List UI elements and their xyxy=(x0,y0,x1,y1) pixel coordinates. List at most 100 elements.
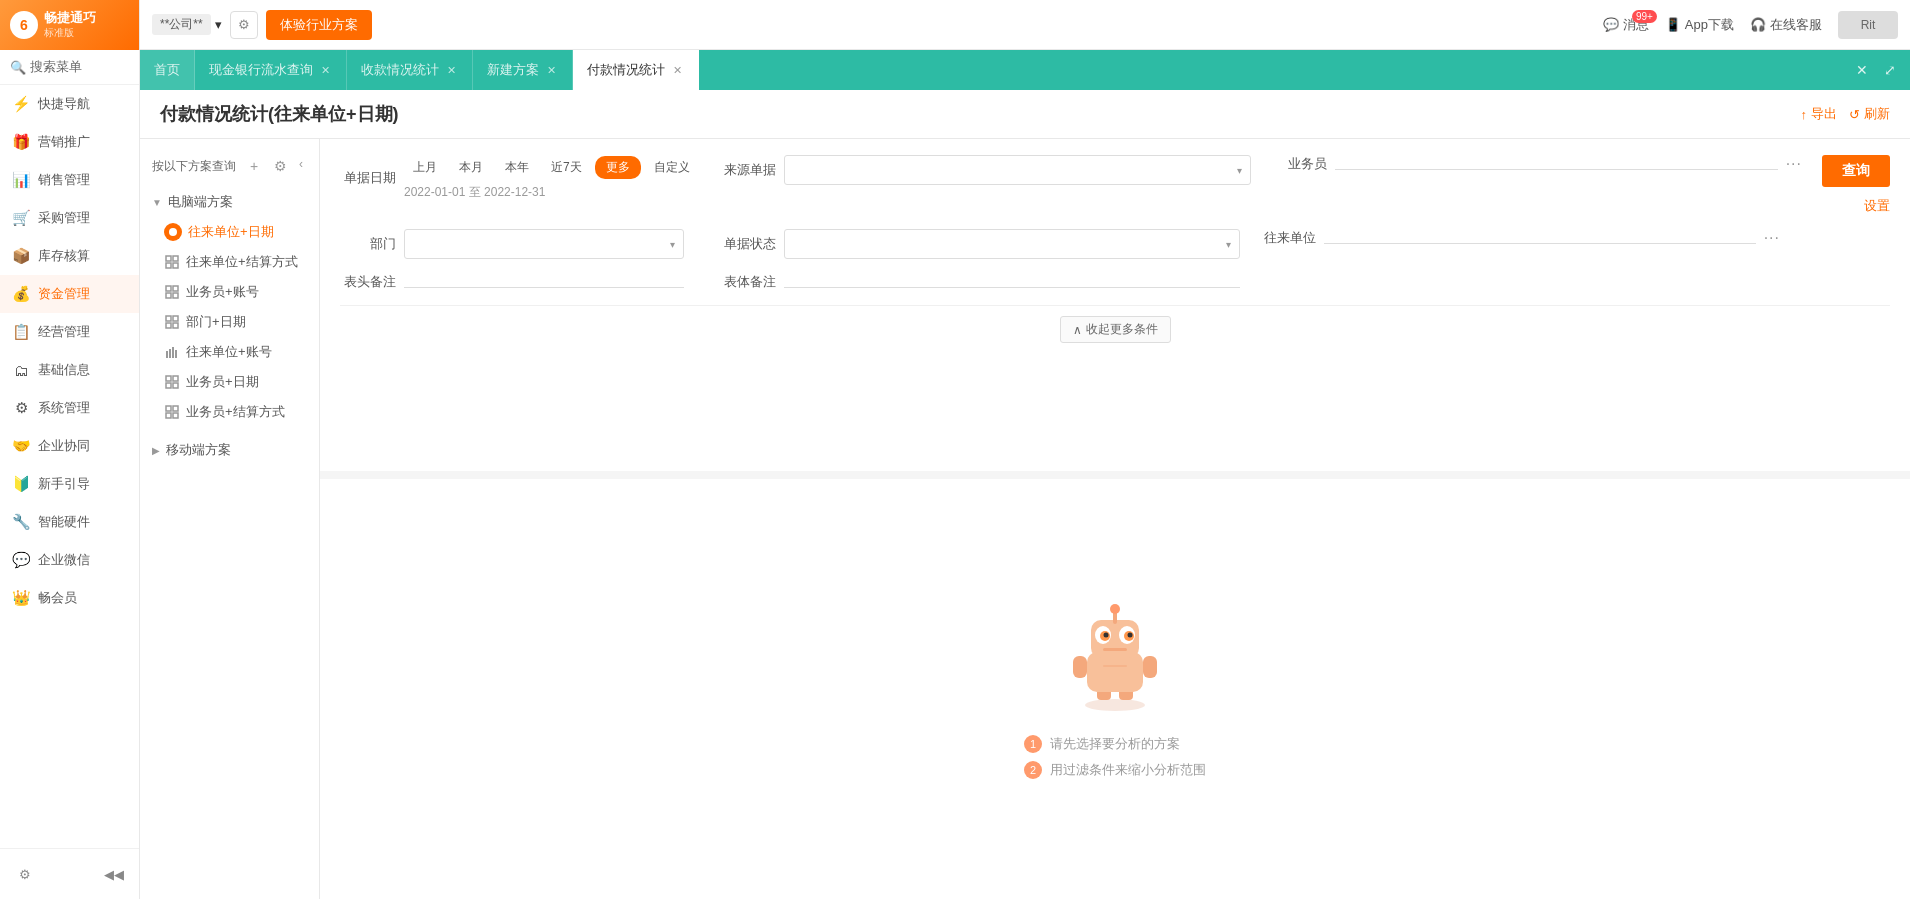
industry-btn[interactable]: 体验行业方案 xyxy=(266,10,372,40)
date-btn-last-month[interactable]: 上月 xyxy=(404,155,446,180)
staff-dots-btn[interactable]: ··· xyxy=(1786,155,1802,173)
sidebar-item-label: 销售管理 xyxy=(38,171,90,189)
search-menu[interactable]: 🔍 搜索菜单 xyxy=(0,50,139,85)
filter-row-2: 部门 ▾ 单据状态 ▾ xyxy=(340,229,1890,259)
mobile-group-arrow: ▶ xyxy=(152,445,160,456)
scheme-item-staff-account[interactable]: 业务员+账号 xyxy=(140,277,319,307)
sidebar-collapse-btn[interactable]: ◀◀ xyxy=(99,859,129,889)
hardware-icon: 🔧 xyxy=(12,513,30,531)
tab-bank-flow[interactable]: 现金银行流水查询 ✕ xyxy=(195,50,347,90)
tab-new-scheme-close[interactable]: ✕ xyxy=(545,62,558,79)
scheme-item-staff-date[interactable]: 业务员+日期 xyxy=(140,367,319,397)
user-avatar[interactable]: Rit xyxy=(1838,11,1898,39)
date-btn-last-7[interactable]: 近7天 xyxy=(542,155,591,180)
filter-row-1: 单据日期 上月 本月 本年 近7天 更多 自定义 20 xyxy=(340,155,1890,215)
tab-payment-stats[interactable]: 付款情况统计 ✕ xyxy=(573,50,699,90)
staff-date-icon xyxy=(164,374,180,390)
sidebar-item-quick-nav[interactable]: ⚡ 快捷导航 xyxy=(0,85,139,123)
svg-rect-12 xyxy=(173,323,178,328)
query-btn[interactable]: 查询 xyxy=(1822,155,1890,187)
sidebar-item-purchase[interactable]: 🛒 采购管理 xyxy=(0,199,139,237)
scheme-group-mobile-header[interactable]: ▶ 移动端方案 xyxy=(140,435,319,465)
sidebar-item-marketing[interactable]: 🎁 营销推广 xyxy=(0,123,139,161)
sidebar-item-system[interactable]: ⚙ 系统管理 xyxy=(0,389,139,427)
scheme-settings-btn[interactable]: ⚙ xyxy=(269,155,291,177)
tab-payment-stats-close[interactable]: ✕ xyxy=(671,62,684,79)
date-btn-more[interactable]: 更多 xyxy=(595,156,641,179)
sidebar-item-wechat[interactable]: 💬 企业微信 xyxy=(0,541,139,579)
marketing-icon: 🎁 xyxy=(12,133,30,151)
sales-icon: 📊 xyxy=(12,171,30,189)
sidebar-item-member[interactable]: 👑 畅会员 xyxy=(0,579,139,617)
svg-rect-7 xyxy=(166,293,171,298)
filter-item-body-note: 表体备注 xyxy=(720,273,1240,291)
content-wrapper: 按以下方案查询 + ⚙ ‹ ▼ 电脑端方案 xyxy=(140,139,1910,899)
company-selector[interactable]: **公司** ▾ xyxy=(152,14,222,35)
online-service-btn[interactable]: 🎧 在线客服 xyxy=(1750,16,1822,34)
export-label: 导出 xyxy=(1811,105,1837,123)
collapse-bar: ∧ 收起更多条件 xyxy=(340,305,1890,353)
scheme-add-btn[interactable]: + xyxy=(243,155,265,177)
logo-sub: 标准版 xyxy=(44,26,96,40)
svg-rect-18 xyxy=(173,376,178,381)
dept-select[interactable]: ▾ xyxy=(404,229,684,259)
date-btn-this-year[interactable]: 本年 xyxy=(496,155,538,180)
messages-btn[interactable]: 💬 消息 99+ xyxy=(1603,16,1649,34)
doc-status-select[interactable]: ▾ xyxy=(784,229,1240,259)
scheme-item-partner-account[interactable]: 往来单位+账号 xyxy=(140,337,319,367)
tab-new-scheme[interactable]: 新建方案 ✕ xyxy=(473,50,573,90)
partner-dots-btn[interactable]: ··· xyxy=(1764,229,1780,247)
date-btns: 上月 本月 本年 近7天 更多 自定义 xyxy=(404,155,699,180)
online-service-label: 在线客服 xyxy=(1770,16,1822,34)
scheme-item-dept-date[interactable]: 部门+日期 xyxy=(140,307,319,337)
tabbar: 首页 现金银行流水查询 ✕ 收款情况统计 ✕ 新建方案 ✕ 付款情况统计 ✕ ✕… xyxy=(140,50,1910,90)
filter-item-date: 单据日期 上月 本月 本年 近7天 更多 自定义 20 xyxy=(340,155,700,201)
page-header-actions: ↑ 导出 ↺ 刷新 xyxy=(1801,105,1891,123)
svg-rect-22 xyxy=(173,406,178,411)
headset-icon: 🎧 xyxy=(1750,17,1766,32)
svg-point-38 xyxy=(1104,632,1109,637)
topbar-settings-btn[interactable]: ⚙ xyxy=(230,11,258,39)
source-doc-arrow: ▾ xyxy=(1237,165,1242,176)
scheme-item-partner-date[interactable]: 往来单位+日期 xyxy=(140,217,319,247)
scheme-item-staff-settle[interactable]: 业务员+结算方式 xyxy=(140,397,319,427)
tab-close-all-btn[interactable]: ✕ xyxy=(1850,58,1874,82)
app-download-btn[interactable]: 📱 App下载 xyxy=(1665,16,1734,34)
sidebar-item-sales[interactable]: 📊 销售管理 xyxy=(0,161,139,199)
sidebar-item-enterprise[interactable]: 🤝 企业协同 xyxy=(0,427,139,465)
sidebar-item-basic-info[interactable]: 🗂 基础信息 xyxy=(0,351,139,389)
refresh-btn[interactable]: ↺ 刷新 xyxy=(1849,105,1890,123)
sidebar-item-hardware[interactable]: 🔧 智能硬件 xyxy=(0,503,139,541)
scheme-item-staff-date-label: 业务员+日期 xyxy=(186,373,307,391)
filter-settings-link[interactable]: 设置 xyxy=(1864,197,1890,215)
sidebar-item-label: 企业协同 xyxy=(38,437,90,455)
scheme-item-partner-account-label: 往来单位+账号 xyxy=(186,343,307,361)
sidebar-item-inventory[interactable]: 📦 库存核算 xyxy=(0,237,139,275)
date-btn-custom[interactable]: 自定义 xyxy=(645,155,699,180)
tab-home[interactable]: 首页 xyxy=(140,50,195,90)
collapse-conditions-btn[interactable]: ∧ 收起更多条件 xyxy=(1060,316,1171,343)
body-note-input[interactable] xyxy=(784,277,1240,288)
svg-rect-14 xyxy=(169,349,171,358)
sidebar-item-guide[interactable]: 🔰 新手引导 xyxy=(0,465,139,503)
tab-receipt-stats-label: 收款情况统计 xyxy=(361,61,439,79)
sidebar-settings-btn[interactable]: ⚙ xyxy=(10,859,40,889)
partner-date-icon xyxy=(164,223,182,241)
tab-expand-btn[interactable]: ⤢ xyxy=(1878,58,1902,82)
tab-receipt-stats[interactable]: 收款情况统计 ✕ xyxy=(347,50,473,90)
date-btn-this-month[interactable]: 本月 xyxy=(450,155,492,180)
guide-icon: 🔰 xyxy=(12,475,30,493)
sidebar-item-capital[interactable]: 💰 资金管理 xyxy=(0,275,139,313)
export-btn[interactable]: ↑ 导出 xyxy=(1801,105,1838,123)
svg-rect-11 xyxy=(166,323,171,328)
avatar-text: Rit xyxy=(1861,18,1876,32)
tab-bank-flow-close[interactable]: ✕ xyxy=(319,62,332,79)
scheme-collapse-btn[interactable]: ‹ xyxy=(295,155,307,177)
head-note-input[interactable] xyxy=(404,277,684,288)
source-doc-select[interactable]: ▾ xyxy=(784,155,1251,185)
sidebar-item-operations[interactable]: 📋 经营管理 xyxy=(0,313,139,351)
pc-group-arrow: ▼ xyxy=(152,197,162,208)
scheme-item-partner-settle[interactable]: 往来单位+结算方式 xyxy=(140,247,319,277)
tab-receipt-stats-close[interactable]: ✕ xyxy=(445,62,458,79)
scheme-group-pc-header[interactable]: ▼ 电脑端方案 xyxy=(140,187,319,217)
